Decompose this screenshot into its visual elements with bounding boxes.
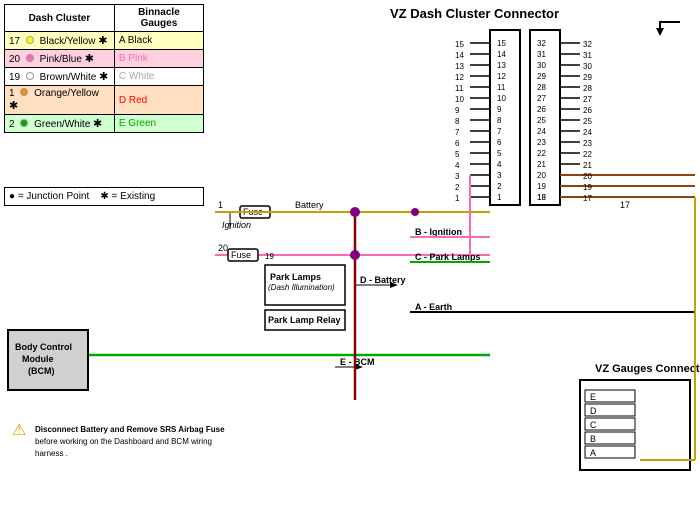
- wiring-diagram: VZ Dash Cluster Connector 15 14 13 12 11…: [0, 0, 700, 519]
- svg-text:30: 30: [583, 62, 592, 71]
- svg-text:Park Lamp Relay: Park Lamp Relay: [268, 315, 341, 325]
- svg-text:8: 8: [497, 116, 502, 125]
- svg-text:B - Ignition: B - Ignition: [415, 227, 462, 237]
- svg-text:Fuse: Fuse: [231, 250, 251, 260]
- svg-text:12: 12: [497, 72, 506, 81]
- svg-text:28: 28: [537, 83, 546, 92]
- svg-text:17: 17: [583, 194, 592, 203]
- svg-text:23: 23: [583, 139, 592, 148]
- svg-text:24: 24: [583, 128, 592, 137]
- svg-text:31: 31: [537, 50, 546, 59]
- svg-text:9: 9: [455, 106, 460, 115]
- svg-text:19: 19: [537, 182, 546, 191]
- vz-title: VZ Dash Cluster Connector: [390, 6, 559, 21]
- svg-text:4: 4: [497, 160, 502, 169]
- svg-text:5: 5: [497, 149, 502, 158]
- svg-text:13: 13: [497, 61, 506, 70]
- svg-text:20: 20: [583, 172, 592, 181]
- svg-text:25: 25: [537, 116, 546, 125]
- svg-text:21: 21: [537, 160, 546, 169]
- svg-text:27: 27: [537, 94, 546, 103]
- svg-text:20: 20: [537, 171, 546, 180]
- svg-text:15: 15: [455, 40, 464, 49]
- svg-text:6: 6: [497, 138, 502, 147]
- svg-text:12: 12: [455, 73, 464, 82]
- svg-text:1: 1: [218, 200, 223, 210]
- svg-text:2: 2: [497, 182, 502, 191]
- svg-text:32: 32: [583, 40, 592, 49]
- svg-text:21: 21: [583, 161, 592, 170]
- svg-text:1: 1: [455, 194, 460, 203]
- svg-text:32: 32: [537, 39, 546, 48]
- svg-text:2: 2: [455, 183, 460, 192]
- svg-text:23: 23: [537, 138, 546, 147]
- svg-text:27: 27: [583, 95, 592, 104]
- connector-left-pins: 15 14 13 12 11 10 9 8 7 6 5 4 3 2 1 32 3…: [455, 30, 592, 205]
- svg-text:Disconnect Battery and Remove: Disconnect Battery and Remove SRS Airbag…: [35, 425, 225, 434]
- svg-text:20: 20: [218, 243, 228, 253]
- svg-text:Park Lamps: Park Lamps: [270, 272, 321, 282]
- svg-text:26: 26: [537, 105, 546, 114]
- svg-text:19: 19: [583, 183, 592, 192]
- svg-text:3: 3: [455, 172, 460, 181]
- svg-text:10: 10: [455, 95, 464, 104]
- svg-text:5: 5: [455, 150, 460, 159]
- svg-text:Body Control: Body Control: [15, 342, 72, 352]
- svg-text:10: 10: [497, 94, 506, 103]
- svg-text:⚠: ⚠: [12, 422, 26, 439]
- svg-text:4: 4: [455, 161, 460, 170]
- svg-text:Battery: Battery: [295, 200, 324, 210]
- svg-text:D - Battery: D - Battery: [360, 275, 406, 285]
- svg-text:22: 22: [537, 149, 546, 158]
- svg-text:7: 7: [455, 128, 460, 137]
- svg-text:Module: Module: [22, 354, 54, 364]
- svg-text:19: 19: [265, 252, 274, 261]
- svg-text:(BCM): (BCM): [28, 366, 55, 376]
- svg-text:30: 30: [537, 61, 546, 70]
- svg-text:3: 3: [497, 171, 502, 180]
- svg-text:14: 14: [497, 50, 506, 59]
- svg-text:15: 15: [497, 39, 506, 48]
- svg-text:29: 29: [583, 73, 592, 82]
- svg-text:6: 6: [455, 139, 460, 148]
- svg-text:13: 13: [455, 62, 464, 71]
- svg-text:A: A: [590, 448, 596, 458]
- svg-text:26: 26: [583, 106, 592, 115]
- svg-text:9: 9: [497, 105, 502, 114]
- svg-text:7: 7: [497, 127, 502, 136]
- svg-text:18: 18: [537, 193, 546, 202]
- svg-text:8: 8: [455, 117, 460, 126]
- svg-text:11: 11: [455, 84, 464, 93]
- svg-text:VZ Gauges Connector: VZ Gauges Connector: [595, 363, 700, 375]
- svg-text:14: 14: [455, 51, 464, 60]
- svg-text:(Dash Illumination): (Dash Illumination): [268, 283, 335, 292]
- svg-text:1: 1: [497, 193, 502, 202]
- svg-text:22: 22: [583, 150, 592, 159]
- svg-text:B: B: [590, 434, 596, 444]
- svg-text:before working on the Dashboar: before working on the Dashboard and BCM …: [35, 437, 212, 446]
- svg-text:Ignition: Ignition: [222, 220, 251, 230]
- svg-text:A - Earth: A - Earth: [415, 302, 452, 312]
- svg-text:D: D: [590, 406, 597, 416]
- svg-text:24: 24: [537, 127, 546, 136]
- svg-text:25: 25: [583, 117, 592, 126]
- svg-text:29: 29: [537, 72, 546, 81]
- svg-text:31: 31: [583, 51, 592, 60]
- svg-text:11: 11: [497, 83, 506, 92]
- svg-text:17: 17: [620, 200, 630, 210]
- svg-text:harness .: harness .: [35, 449, 68, 458]
- svg-text:E: E: [590, 392, 596, 402]
- svg-text:C: C: [590, 420, 597, 430]
- svg-text:28: 28: [583, 84, 592, 93]
